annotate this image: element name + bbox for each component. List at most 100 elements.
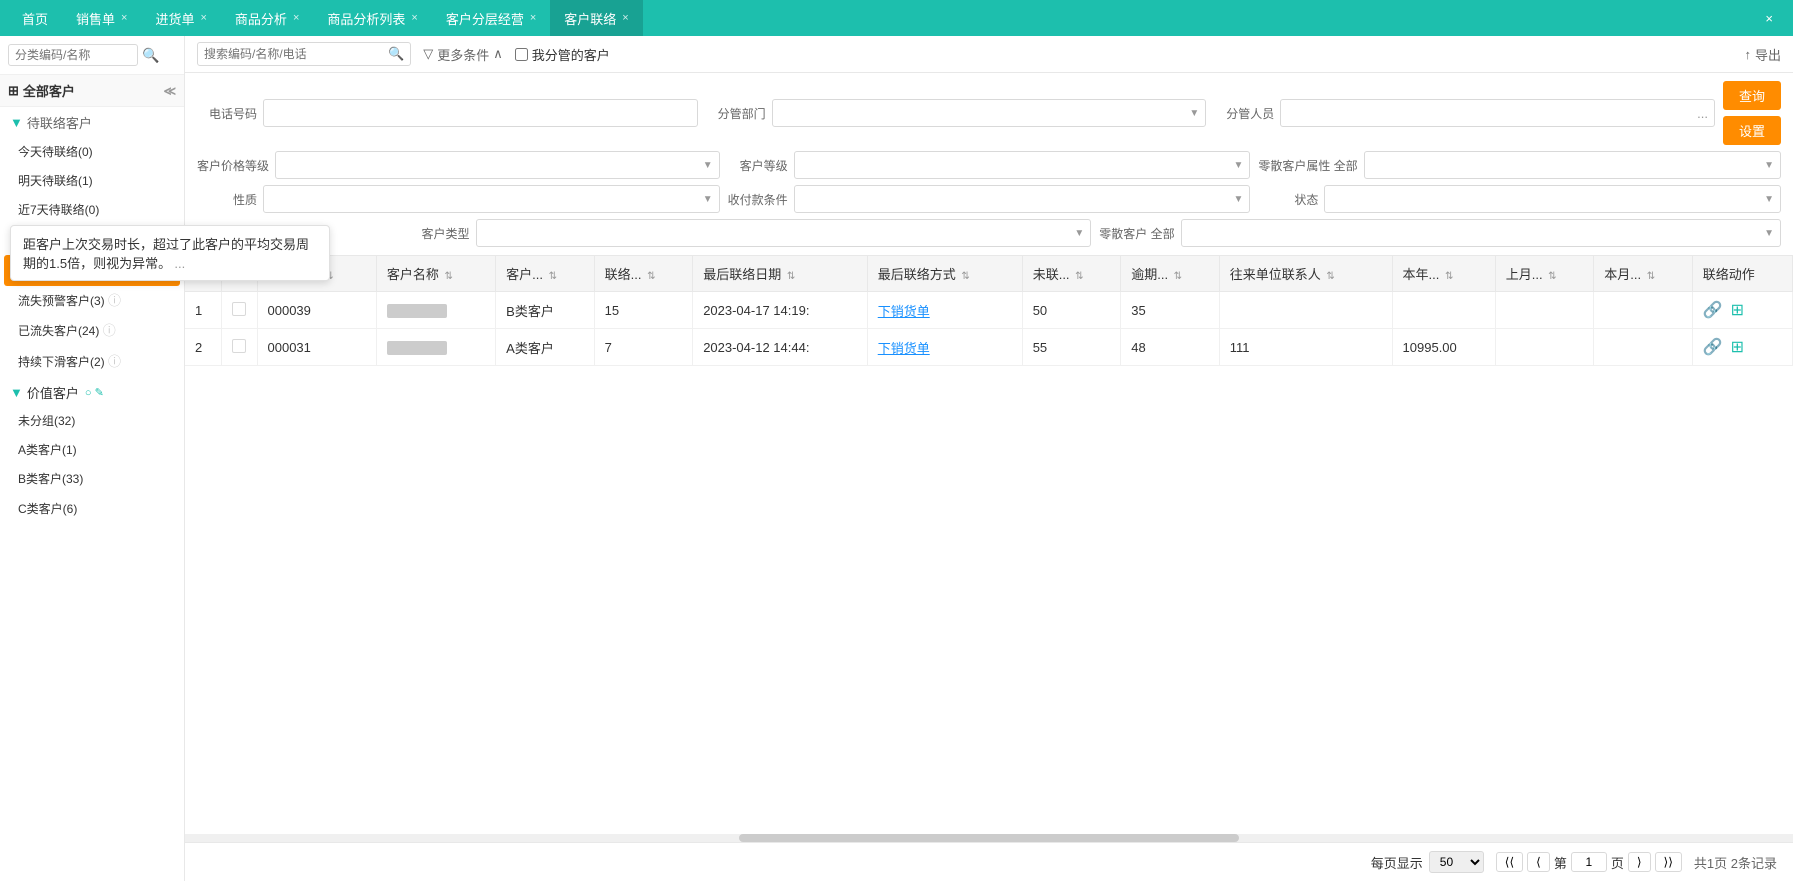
col-last-month[interactable]: 上月... ⇅ bbox=[1495, 256, 1594, 292]
nav-purchase-close[interactable]: × bbox=[200, 12, 206, 24]
filter-row-2: 客户价格等级 ▼ 客户等级 ▼ 零散客户属性 全部 bbox=[197, 151, 1781, 179]
sidebar-churn-warning[interactable]: 流失预警客户(3) ⓘ bbox=[0, 286, 184, 317]
nav-purchase[interactable]: 进货单 × bbox=[141, 0, 220, 36]
search-input[interactable] bbox=[204, 47, 384, 61]
col-no-contact[interactable]: 未联... ⇅ bbox=[1022, 256, 1121, 292]
col-overdue[interactable]: 逾期... ⇅ bbox=[1121, 256, 1220, 292]
col-this-year[interactable]: 本年... ⇅ bbox=[1392, 256, 1495, 292]
customer-type-select[interactable]: ▼ bbox=[476, 219, 1092, 247]
nav-goods-analysis[interactable]: 商品分析 × bbox=[221, 0, 313, 36]
horizontal-scrollbar[interactable] bbox=[185, 834, 1793, 842]
col-name[interactable]: 客户名称 ⇅ bbox=[376, 256, 495, 292]
nav-sales[interactable]: 销售单 × bbox=[62, 0, 141, 36]
page-size-select[interactable]: 50 100 200 bbox=[1429, 851, 1484, 873]
field-customer-type: 客户类型 ▼ bbox=[410, 219, 1092, 247]
sidebar-search-icon[interactable]: 🔍 bbox=[142, 47, 159, 64]
col-last-method[interactable]: 最后联络方式 ⇅ bbox=[867, 256, 1022, 292]
cell-last-method-1[interactable]: 下销货单 bbox=[867, 292, 1022, 329]
pagination: ⟨⟨ ⟨ 第 页 ⟩ ⟩⟩ bbox=[1496, 852, 1682, 872]
edit-icons[interactable]: ○ ✎ bbox=[85, 386, 104, 399]
manager-select[interactable]: ... bbox=[1280, 99, 1715, 127]
nav-customer-contact[interactable]: 客户联络 × bbox=[550, 0, 642, 36]
my-customer-checkbox[interactable] bbox=[515, 48, 528, 61]
scrollbar-thumb[interactable] bbox=[739, 834, 1239, 842]
col-type[interactable]: 客户... ⇅ bbox=[496, 256, 595, 292]
cell-name-2 bbox=[376, 329, 495, 366]
sidebar-class-a[interactable]: A类客户(1) bbox=[0, 436, 184, 465]
row-checkbox-1[interactable] bbox=[232, 302, 246, 316]
filter-icon: ▽ bbox=[423, 46, 433, 62]
sidebar-declining[interactable]: 持续下滑客户(2) ⓘ bbox=[0, 347, 184, 378]
query-btn[interactable]: 查询 bbox=[1723, 81, 1781, 110]
sidebar-all-customers[interactable]: ⊞ 全部客户 ≪ bbox=[0, 75, 184, 107]
payment-select[interactable]: ▼ bbox=[794, 185, 1251, 213]
nav-goods-list-close[interactable]: × bbox=[411, 12, 417, 24]
export-btn[interactable]: ↑ 导出 bbox=[1744, 45, 1781, 64]
sidebar-class-b[interactable]: B类客户(33) bbox=[0, 465, 184, 494]
settings-btn[interactable]: 设置 bbox=[1723, 116, 1781, 145]
link-icon-1[interactable]: 🔗 bbox=[1703, 300, 1723, 320]
window-close-btn[interactable]: × bbox=[1753, 11, 1785, 26]
info-icon4: ⓘ bbox=[108, 354, 121, 369]
table-header-row: ⚙ 客户编码 ⇅ 客户名称 ⇅ 客户... ⇅ 联络... ⇅ 最后联络日期 ⇅… bbox=[185, 256, 1793, 292]
chevron-down-icon7: ▼ bbox=[1764, 194, 1774, 205]
sidebar-search-input[interactable] bbox=[8, 44, 138, 66]
blurred-name-1 bbox=[387, 304, 447, 318]
field-status: 状态 ▼ bbox=[1258, 185, 1781, 213]
row-checkbox-2[interactable] bbox=[232, 339, 246, 353]
grid-icon-1[interactable]: ⊞ bbox=[1731, 300, 1744, 320]
cell-this-month-2 bbox=[1594, 329, 1693, 366]
sidebar-churned[interactable]: 已流失客户(24) ⓘ bbox=[0, 316, 184, 347]
col-person[interactable]: 往来单位联系人 ⇅ bbox=[1219, 256, 1392, 292]
col-this-month[interactable]: 本月... ⇅ bbox=[1594, 256, 1693, 292]
phone-input[interactable] bbox=[263, 99, 698, 127]
page-number-input[interactable] bbox=[1571, 852, 1607, 872]
cell-last-method-2[interactable]: 下销货单 bbox=[867, 329, 1022, 366]
col-contact-count[interactable]: 联络... ⇅ bbox=[594, 256, 693, 292]
blurred-name-2 bbox=[387, 341, 447, 355]
col-last-date[interactable]: 最后联络日期 ⇅ bbox=[693, 256, 868, 292]
sidebar-today-pending[interactable]: 今天待联络(0) bbox=[0, 138, 184, 167]
price-level-select[interactable]: ▼ bbox=[275, 151, 720, 179]
chevron-down-icon4: ▼ bbox=[1764, 160, 1774, 171]
filter-more-btn[interactable]: ▽ 更多条件 ∧ bbox=[423, 45, 503, 64]
sidebar-collapse-btn[interactable]: ≪ bbox=[163, 84, 176, 98]
filter-row-1: 电话号码 分管部门 ▼ 分管人员 ... bbox=[197, 81, 1781, 145]
prev-page-btn[interactable]: ⟨ bbox=[1527, 852, 1550, 872]
dept-select[interactable]: ▼ bbox=[772, 99, 1207, 127]
search-btn-icon[interactable]: 🔍 bbox=[388, 46, 404, 62]
retail-customer-select[interactable]: ▼ bbox=[1181, 219, 1781, 247]
cell-contact-count-1: 15 bbox=[594, 292, 693, 329]
last-page-btn[interactable]: ⟩⟩ bbox=[1655, 852, 1682, 872]
customer-level-select[interactable]: ▼ bbox=[794, 151, 1251, 179]
nav-goods-list[interactable]: 商品分析列表 × bbox=[313, 0, 431, 36]
nature-select[interactable]: ▼ bbox=[263, 185, 720, 213]
retail-attr-select[interactable]: ▼ bbox=[1364, 151, 1781, 179]
sidebar-ungrouped[interactable]: 未分组(32) bbox=[0, 407, 184, 436]
main-layout: 🔍 ⊞ 全部客户 ≪ ▼ 待联络客户 今天待联络(0) 明天待联络(1) 近7天… bbox=[0, 36, 1793, 881]
cell-person-1 bbox=[1219, 292, 1392, 329]
field-retail-customer: 零散客户 全部 ▼ bbox=[1099, 219, 1781, 247]
sidebar-7days-pending[interactable]: 近7天待联络(0) bbox=[0, 196, 184, 225]
first-page-btn[interactable]: ⟨⟨ bbox=[1496, 852, 1523, 872]
sidebar-search-area: 🔍 bbox=[0, 36, 184, 75]
sidebar-tomorrow-pending[interactable]: 明天待联络(1) bbox=[0, 167, 184, 196]
nav-customer-contact-close[interactable]: × bbox=[622, 12, 628, 24]
cell-checkbox-2[interactable] bbox=[221, 329, 257, 366]
nav-sales-close[interactable]: × bbox=[121, 12, 127, 24]
link-method-1[interactable]: 下销货单 bbox=[878, 304, 930, 319]
sidebar-class-c[interactable]: C类客户(6) bbox=[0, 495, 184, 524]
sidebar-pending-section[interactable]: ▼ 待联络客户 bbox=[0, 107, 184, 138]
grid-icon-2[interactable]: ⊞ bbox=[1731, 337, 1744, 357]
next-page-btn[interactable]: ⟩ bbox=[1628, 852, 1651, 872]
nav-home[interactable]: 首页 bbox=[8, 0, 62, 36]
nav-customer-tier[interactable]: 客户分层经营 × bbox=[432, 0, 550, 36]
cell-checkbox-1[interactable] bbox=[221, 292, 257, 329]
link-icon-2[interactable]: 🔗 bbox=[1703, 337, 1723, 357]
table-row: 2 000031 A类客户 7 2023-04-12 14:44: 下销货单 5… bbox=[185, 329, 1793, 366]
link-method-2[interactable]: 下销货单 bbox=[878, 341, 930, 356]
nav-goods-close[interactable]: × bbox=[293, 12, 299, 24]
nav-customer-tier-close[interactable]: × bbox=[530, 12, 536, 24]
status-select[interactable]: ▼ bbox=[1324, 185, 1781, 213]
export-icon: ↑ bbox=[1744, 47, 1751, 62]
